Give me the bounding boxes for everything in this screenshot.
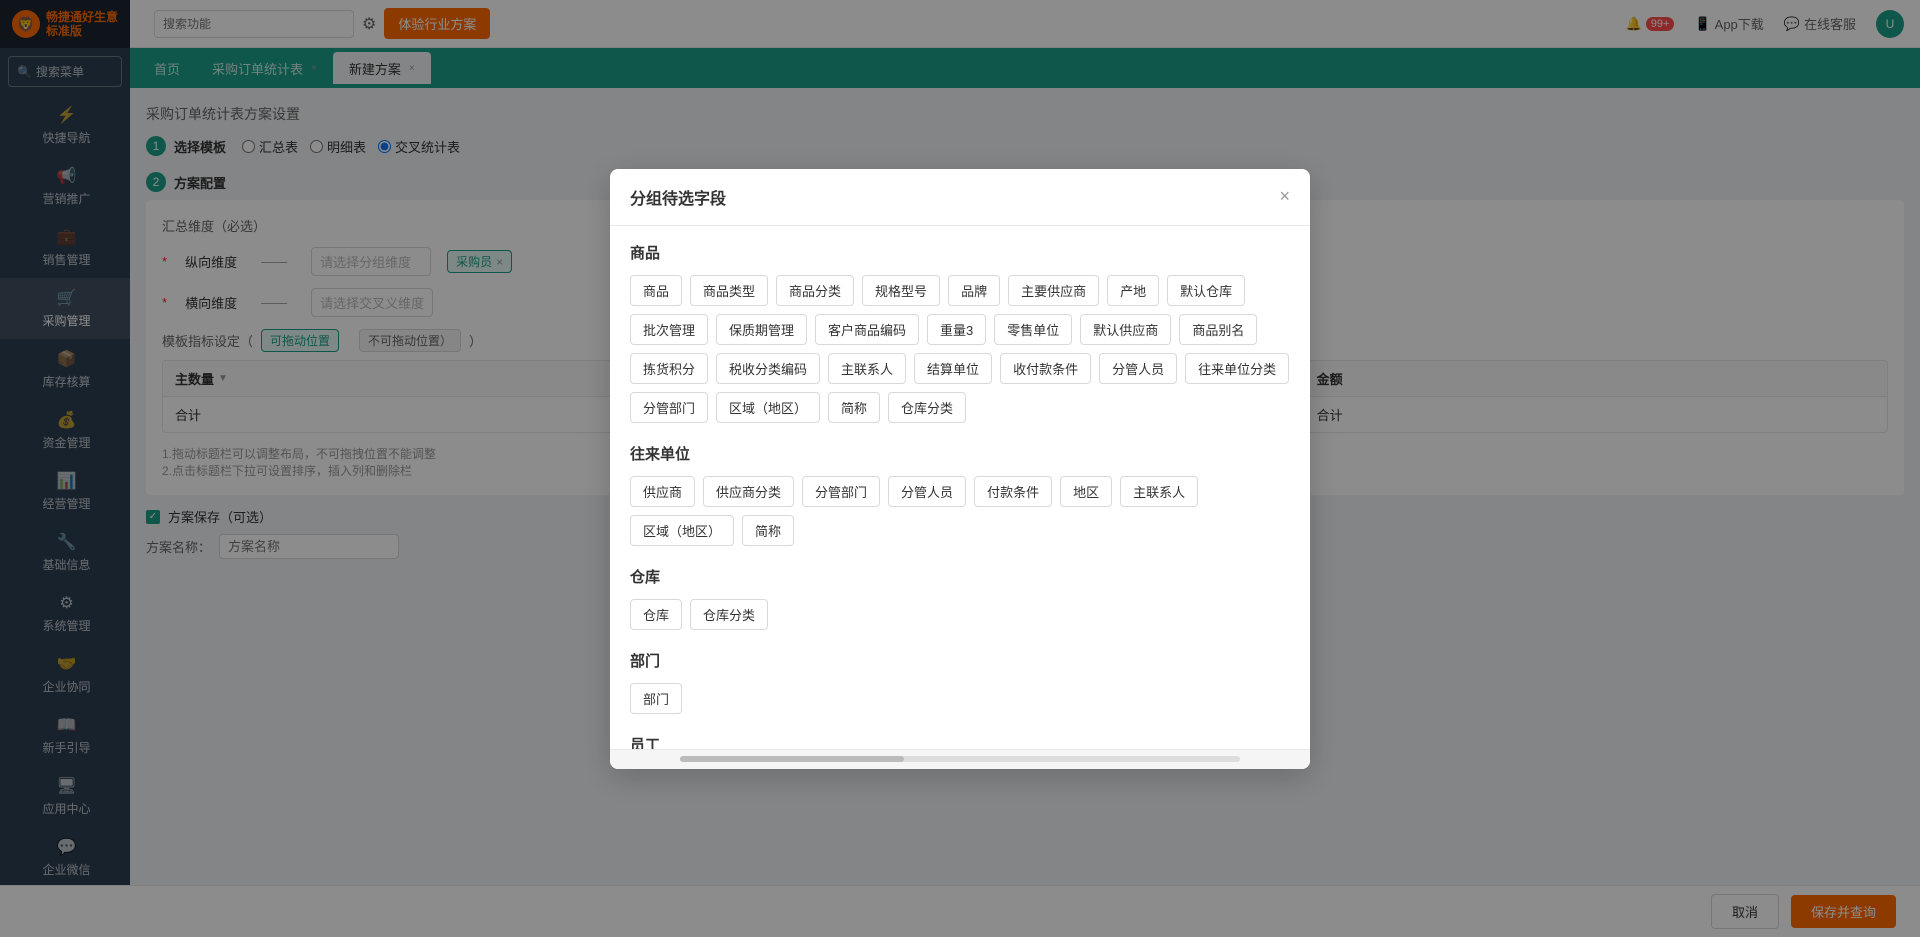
section-title-employee: 员工 xyxy=(630,734,1290,749)
modal: 分组待选字段 × 商品 商品商品类型商品分类规格型号品牌主要供应商产地默认仓库批… xyxy=(610,169,1310,769)
field-tag[interactable]: 往来单位分类 xyxy=(1185,353,1289,384)
section-title-dept: 部门 xyxy=(630,650,1290,671)
field-tag[interactable]: 客户商品编码 xyxy=(815,314,919,345)
field-tag[interactable]: 仓库分类 xyxy=(690,599,768,630)
modal-body: 商品 商品商品类型商品分类规格型号品牌主要供应商产地默认仓库批次管理保质期管理客… xyxy=(610,226,1310,749)
modal-title: 分组待选字段 xyxy=(630,185,726,209)
field-tag[interactable]: 收付款条件 xyxy=(1000,353,1091,384)
field-section-employee: 员工 业务员 xyxy=(630,734,1290,749)
field-tag[interactable]: 分管人员 xyxy=(1099,353,1177,384)
modal-overlay[interactable]: 分组待选字段 × 商品 商品商品类型商品分类规格型号品牌主要供应商产地默认仓库批… xyxy=(0,0,1920,937)
field-tag[interactable]: 商品 xyxy=(630,275,682,306)
modal-header: 分组待选字段 × xyxy=(610,169,1310,226)
section-title-partner: 往来单位 xyxy=(630,443,1290,464)
field-grid-partner: 供应商供应商分类分管部门分管人员付款条件地区主联系人区域（地区） 简称 xyxy=(630,476,1290,546)
field-section-warehouse: 仓库 仓库仓库分类 xyxy=(630,566,1290,630)
field-tag[interactable]: 商品分类 xyxy=(776,275,854,306)
scrollbar-thumb xyxy=(680,756,904,762)
field-tag[interactable]: 分管部门 xyxy=(630,392,708,423)
modal-scroll-bar xyxy=(610,749,1310,769)
field-tag[interactable]: 付款条件 xyxy=(974,476,1052,507)
field-tag[interactable]: 主联系人 xyxy=(1120,476,1198,507)
field-tag[interactable]: 供应商分类 xyxy=(703,476,794,507)
field-tag[interactable]: 主联系人 xyxy=(828,353,906,384)
field-tag[interactable]: 商品类型 xyxy=(690,275,768,306)
field-tag[interactable]: 仓库 xyxy=(630,599,682,630)
field-tag[interactable]: 地区 xyxy=(1060,476,1112,507)
field-tag[interactable]: 商品别名 xyxy=(1179,314,1257,345)
field-tag[interactable]: 默认仓库 xyxy=(1167,275,1245,306)
field-tag[interactable]: 简称 xyxy=(828,392,880,423)
field-tag[interactable]: 重量3 xyxy=(927,314,986,345)
field-tag[interactable]: 区域（地区） xyxy=(716,392,820,423)
field-tag[interactable]: 仓库分类 xyxy=(888,392,966,423)
field-tag[interactable]: 区域（地区） xyxy=(630,515,734,546)
section-title-warehouse: 仓库 xyxy=(630,566,1290,587)
field-tag[interactable]: 规格型号 xyxy=(862,275,940,306)
field-tag[interactable]: 分管部门 xyxy=(802,476,880,507)
field-tag[interactable]: 拣货积分 xyxy=(630,353,708,384)
field-tag[interactable]: 税收分类编码 xyxy=(716,353,820,384)
field-tag[interactable]: 部门 xyxy=(630,683,682,714)
field-tag[interactable]: 简称 xyxy=(742,515,794,546)
field-tag[interactable]: 零售单位 xyxy=(994,314,1072,345)
field-tag[interactable]: 分管人员 xyxy=(888,476,966,507)
field-tag[interactable]: 保质期管理 xyxy=(716,314,807,345)
field-section-dept: 部门 部门 xyxy=(630,650,1290,714)
field-tag[interactable]: 主要供应商 xyxy=(1008,275,1099,306)
field-tag[interactable]: 供应商 xyxy=(630,476,695,507)
field-tag[interactable]: 批次管理 xyxy=(630,314,708,345)
modal-close-button[interactable]: × xyxy=(1279,186,1290,207)
field-grid-goods: 商品商品类型商品分类规格型号品牌主要供应商产地默认仓库批次管理保质期管理客户商品… xyxy=(630,275,1290,423)
field-tag[interactable]: 品牌 xyxy=(948,275,1000,306)
field-tag[interactable]: 默认供应商 xyxy=(1080,314,1171,345)
field-section-partner: 往来单位 供应商供应商分类分管部门分管人员付款条件地区主联系人区域（地区） 简称 xyxy=(630,443,1290,546)
section-title-goods: 商品 xyxy=(630,242,1290,263)
field-section-goods: 商品 商品商品类型商品分类规格型号品牌主要供应商产地默认仓库批次管理保质期管理客… xyxy=(630,242,1290,423)
field-grid-warehouse: 仓库仓库分类 xyxy=(630,599,1290,630)
field-tag[interactable]: 产地 xyxy=(1107,275,1159,306)
field-tag[interactable]: 结算单位 xyxy=(914,353,992,384)
field-grid-dept: 部门 xyxy=(630,683,1290,714)
horizontal-scrollbar[interactable] xyxy=(680,756,1240,762)
